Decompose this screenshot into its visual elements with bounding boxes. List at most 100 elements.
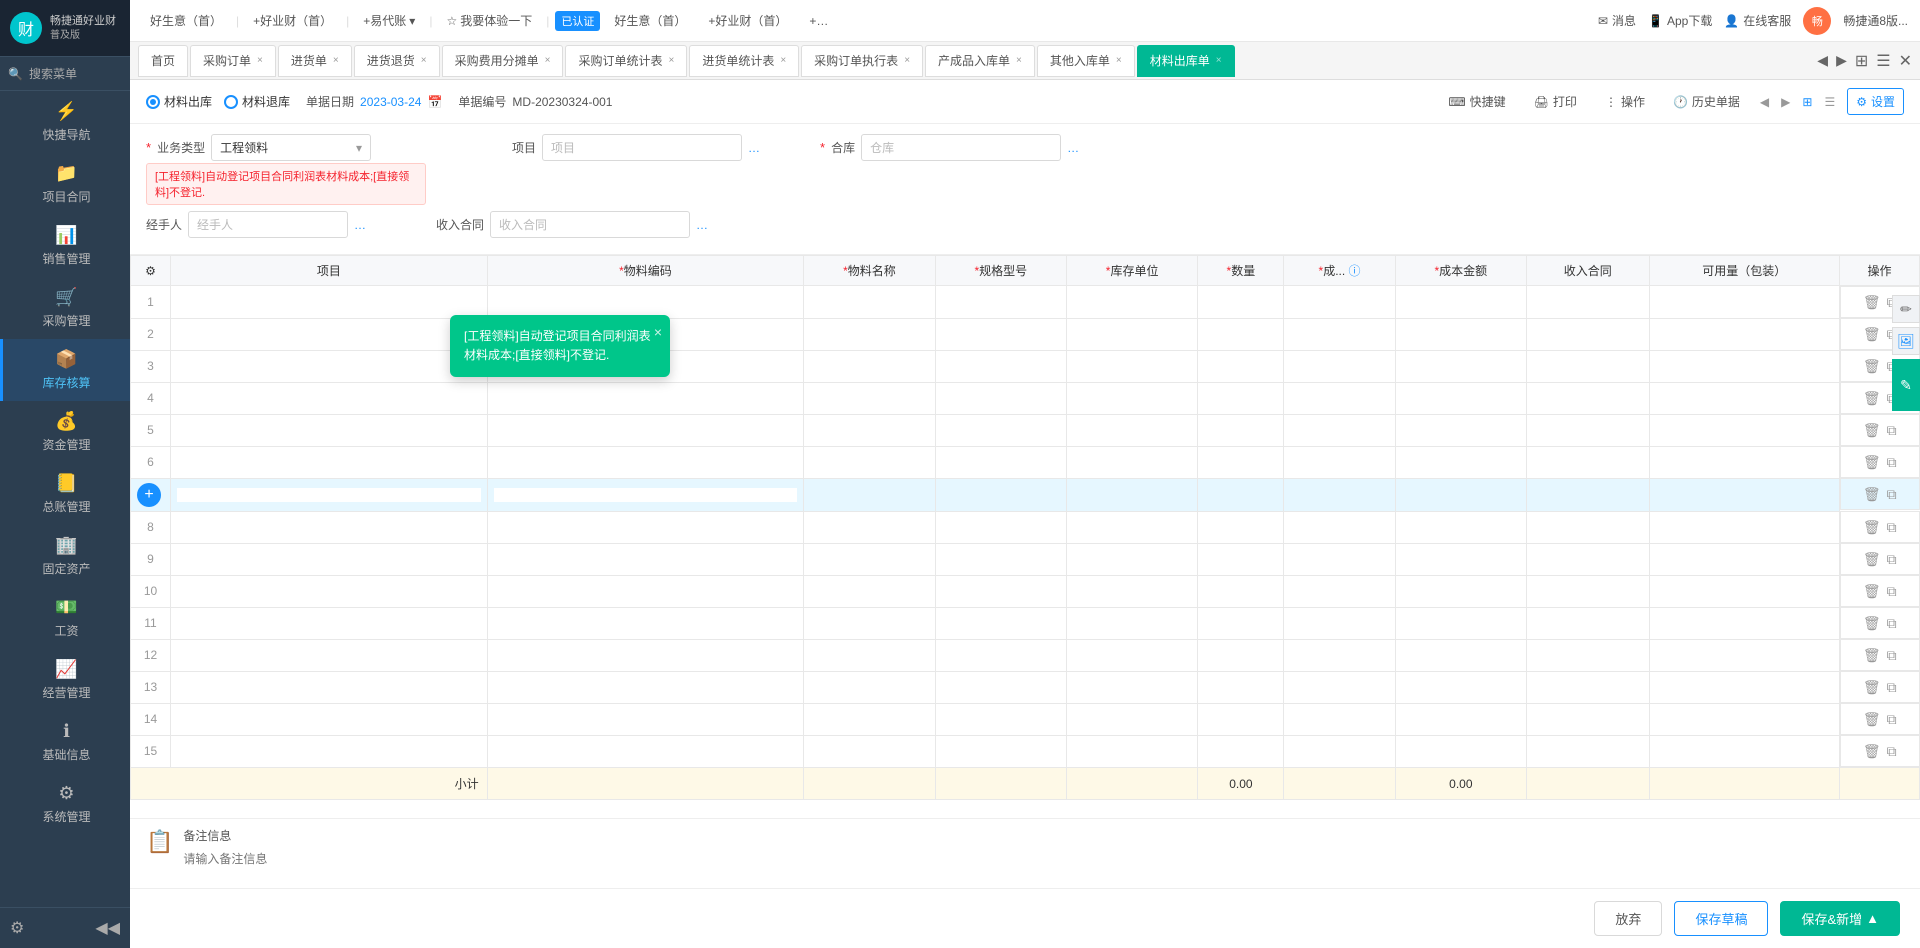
handler-input[interactable]: 经手人 [188,211,348,238]
view-grid-icon[interactable]: ⊞ [1802,95,1812,109]
cell-qty-2[interactable] [1198,318,1284,350]
delete-row-15-icon[interactable]: 🗑 [1863,743,1881,760]
cell-qty-12[interactable] [1198,639,1284,671]
cell-qty-14[interactable] [1198,703,1284,735]
cell-cost-amount-10[interactable] [1395,575,1526,607]
sidebar-item-ledger[interactable]: 📒 总账管理 [0,463,130,525]
tab-close-purchase-exec[interactable]: × [904,55,910,66]
cell-available-7[interactable] [1649,478,1839,511]
cell-qty-15[interactable] [1198,735,1284,768]
collapse-icon[interactable]: ◀◀ [95,918,120,938]
cell-cost-6[interactable] [1284,446,1395,478]
cell-unit-8[interactable] [1066,511,1197,543]
cell-available-5[interactable] [1649,414,1839,446]
tab-close-all-icon[interactable]: ✕ [1899,51,1912,71]
cell-spec-12[interactable] [935,639,1066,671]
tab-close-material-out[interactable]: × [1216,55,1222,66]
cell-available-11[interactable] [1649,607,1839,639]
sidebar-item-basicinfo[interactable]: ℹ 基础信息 [0,711,130,773]
right-panel-edit-btn[interactable]: ✏ [1892,295,1920,323]
date-value[interactable]: 2023-03-24 [360,95,421,109]
tab-other-receipt[interactable]: 其他入库单 × [1037,45,1135,77]
tab-goods-receipt[interactable]: 进货单 × [278,45,352,77]
cell-cost-amount-6[interactable] [1395,446,1526,478]
cell-code-10[interactable] [487,575,804,607]
delete-row-1-icon[interactable]: 🗑 [1863,294,1881,311]
cell-cost-8[interactable] [1284,511,1395,543]
delete-row-4-icon[interactable]: 🗑 [1863,390,1881,407]
cell-spec-1[interactable] [935,286,1066,319]
tab-material-out[interactable]: 材料出库单 × [1137,45,1235,77]
cell-name-4[interactable] [804,382,935,414]
cell-project-14[interactable] [171,703,488,735]
income-contract-input[interactable]: 收入合同 [490,211,690,238]
save-draft-button[interactable]: 保存草稿 [1674,901,1768,936]
settings-icon[interactable]: ⚙ [10,918,24,938]
cell-spec-8[interactable] [935,511,1066,543]
cell-project-6[interactable] [171,446,488,478]
cell-cost-amount-15[interactable] [1395,735,1526,768]
cell-code-8[interactable] [487,511,804,543]
cell-cost-15[interactable] [1284,735,1395,768]
cell-cost-3[interactable] [1284,350,1395,382]
cell-unit-5[interactable] [1066,414,1197,446]
cell-project-3[interactable] [171,350,488,382]
cell-name-7[interactable] [804,478,935,511]
cell-contract-1[interactable] [1527,286,1650,319]
cell-name-1[interactable] [804,286,935,319]
cell-name-3[interactable] [804,350,935,382]
tab-close-purchase-expense[interactable]: × [545,55,551,66]
cell-spec-15[interactable] [935,735,1066,768]
cell-code-1[interactable] [487,286,804,319]
cell-unit-13[interactable] [1066,671,1197,703]
user-avatar[interactable]: 畅 [1803,7,1831,35]
cell-qty-13[interactable] [1198,671,1284,703]
cell-spec-4[interactable] [935,382,1066,414]
history-prev-icon[interactable]: ◀ [1760,95,1769,109]
tab-purchase-exec[interactable]: 采购订单执行表 × [801,45,923,77]
cell-cost-amount-11[interactable] [1395,607,1526,639]
cell-code-14[interactable] [487,703,804,735]
delete-row-5-icon[interactable]: 🗑 [1863,422,1881,439]
cell-contract-10[interactable] [1527,575,1650,607]
cell-spec-7[interactable] [935,478,1066,511]
sidebar-item-inventory[interactable]: 📦 库存核算 [0,339,130,401]
cell-name-9[interactable] [804,543,935,575]
notes-input[interactable] [183,846,1904,882]
cell-project-13[interactable] [171,671,488,703]
warehouse-input[interactable]: 仓库 [861,134,1061,161]
col-header-gear[interactable]: ⚙ [131,256,171,286]
sidebar-item-sales[interactable]: 📊 销售管理 [0,215,130,277]
history-next-icon[interactable]: ▶ [1781,95,1790,109]
cell-qty-5[interactable] [1198,414,1284,446]
cell-code-11[interactable] [487,607,804,639]
cell-spec-14[interactable] [935,703,1066,735]
cell-code-9[interactable] [487,543,804,575]
cell-name-15[interactable] [804,735,935,768]
cell-project-11[interactable] [171,607,488,639]
cell-unit-4[interactable] [1066,382,1197,414]
topbar-nav-haoyecai2[interactable]: +好业财（首） [700,8,795,33]
cell-unit-1[interactable] [1066,286,1197,319]
cell-spec-9[interactable] [935,543,1066,575]
cell-cost-amount-2[interactable] [1395,318,1526,350]
cell-contract-15[interactable] [1527,735,1650,768]
cell-qty-1[interactable] [1198,286,1284,319]
cell-cost-10[interactable] [1284,575,1395,607]
sidebar-item-operations[interactable]: 📈 经营管理 [0,649,130,711]
cell-unit-15[interactable] [1066,735,1197,768]
topbar-nav-good-biz[interactable]: 好生意（首） [142,8,230,33]
cell-project-10[interactable] [171,575,488,607]
cell-cost-amount-12[interactable] [1395,639,1526,671]
cell-available-9[interactable] [1649,543,1839,575]
tab-goods-return[interactable]: 进货退货 × [354,45,440,77]
tooltip-close-button[interactable]: × [654,321,662,343]
delete-row-14-icon[interactable]: 🗑 [1863,711,1881,728]
cell-spec-13[interactable] [935,671,1066,703]
sidebar-item-project[interactable]: 📁 项目合同 [0,153,130,215]
cell-project-4[interactable] [171,382,488,414]
cell-unit-6[interactable] [1066,446,1197,478]
toolbar-shortcut[interactable]: ⌨ 快捷键 [1440,89,1513,114]
user-name[interactable]: 畅捷通8版... [1843,12,1908,29]
copy-row-7-icon[interactable]: ⧉ [1887,486,1897,503]
